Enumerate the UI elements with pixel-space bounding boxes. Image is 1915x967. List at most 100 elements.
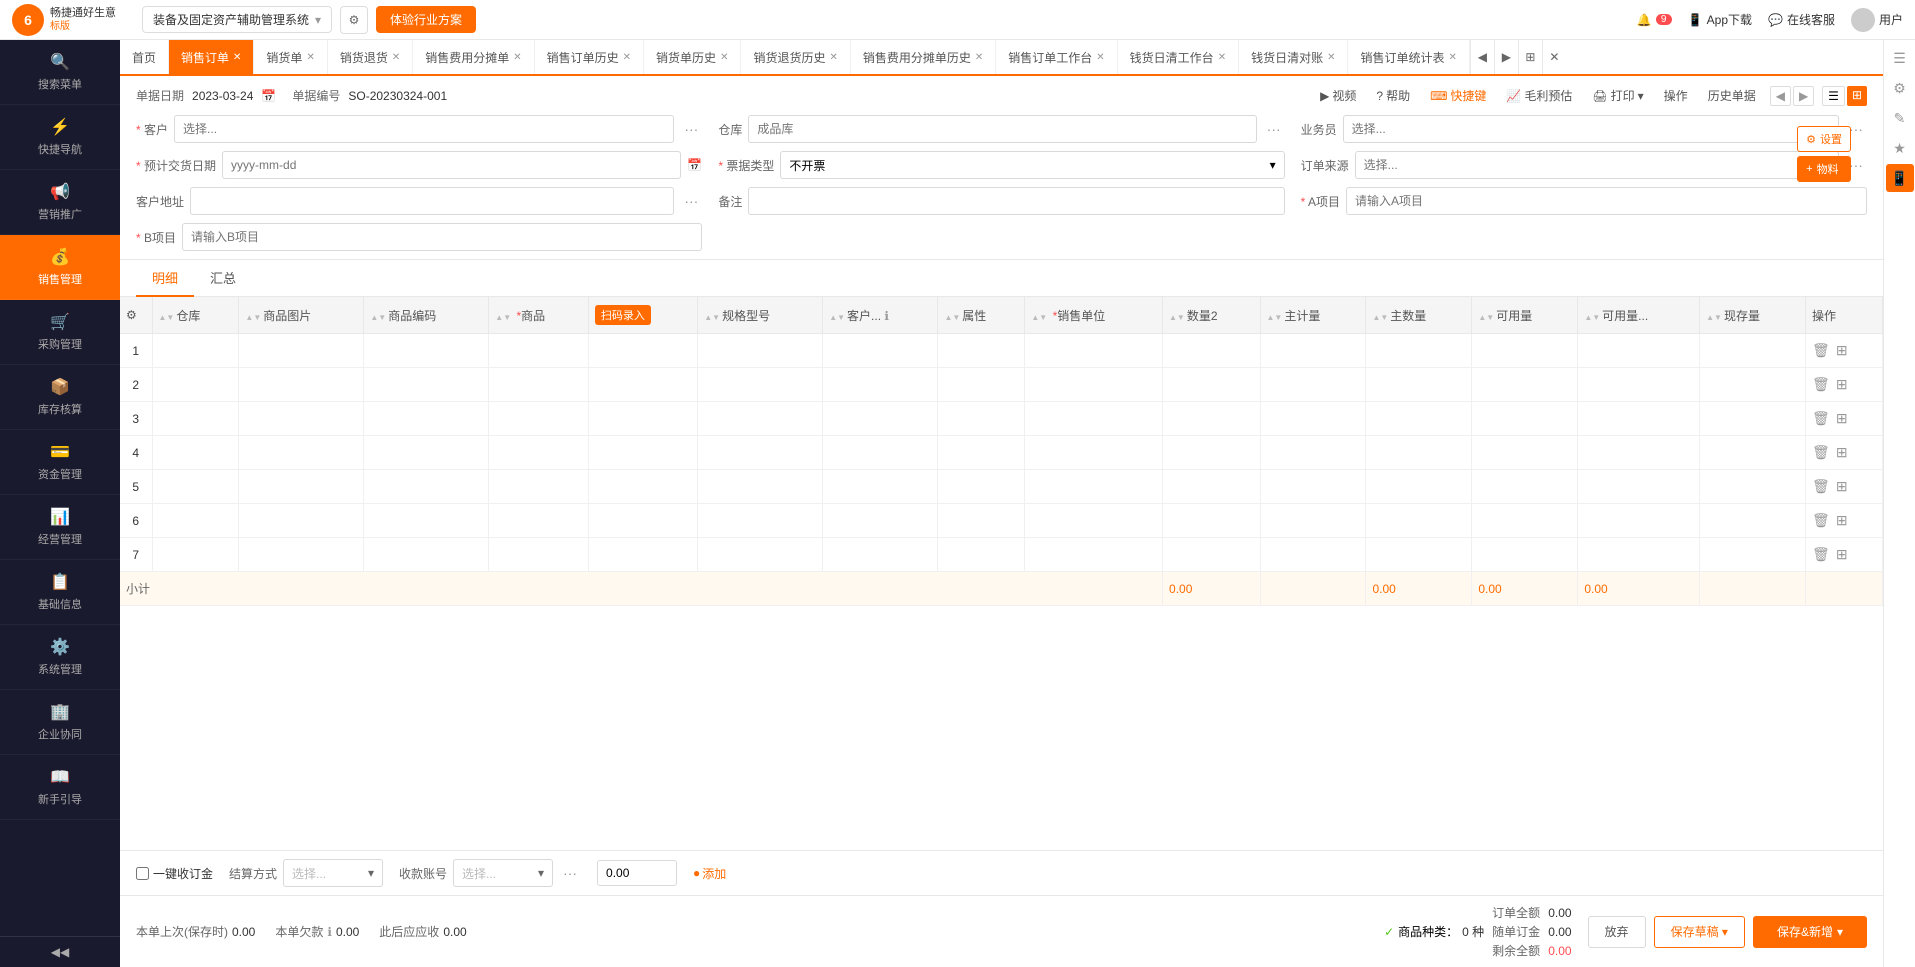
scan-button[interactable]: 扫码录入 (595, 305, 651, 325)
tab-summary[interactable]: 汇总 (194, 260, 252, 297)
sidebar-item-guide[interactable]: 📖 新手引导 (0, 755, 120, 820)
row-3-delete-btn[interactable]: 🗑 (1812, 410, 1830, 427)
amount-input[interactable] (597, 860, 677, 886)
operation-btn[interactable]: 操作 (1658, 84, 1694, 107)
row-1-copy-btn[interactable]: ⊞ (1836, 342, 1848, 359)
rs-btn-2[interactable]: ⚙ (1886, 74, 1914, 102)
tab-order-workbench[interactable]: 销售订单工作台 ✕ (996, 40, 1117, 75)
sidebar-item-purchase[interactable]: 🛒 采购管理 (0, 300, 120, 365)
quick-settle-checkbox[interactable] (136, 867, 149, 880)
tab-close-order-stats[interactable]: ✕ (1449, 52, 1457, 63)
row-2-copy-btn[interactable]: ⊞ (1836, 376, 1848, 393)
tab-sales-return2[interactable]: 销货退货 ✕ (328, 40, 413, 75)
rs-btn-4[interactable]: ★ (1886, 134, 1914, 162)
help-btn[interactable]: ? 帮助 (1370, 84, 1416, 107)
row-4-delete-btn[interactable]: 🗑 (1812, 444, 1830, 461)
tab-close-sales-return-history[interactable]: ✕ (720, 52, 728, 63)
tab-close-sales-return2[interactable]: ✕ (392, 52, 400, 63)
tab-sales-return[interactable]: 销货单 ✕ (254, 40, 327, 75)
sidebar-item-base-info[interactable]: 📋 基础信息 (0, 560, 120, 625)
tab-close-order-workbench[interactable]: ✕ (1096, 52, 1104, 63)
tab-close-sales-order[interactable]: ✕ (233, 52, 241, 63)
sidebar-item-search[interactable]: 🔍 搜索菜单 (0, 40, 120, 105)
print-btn[interactable]: 🖨 打印 ▾ (1586, 84, 1649, 107)
sidebar-item-system[interactable]: ⚙️ 系统管理 (0, 625, 120, 690)
settings-quick-btn[interactable]: ⚙ 设置 (1797, 126, 1851, 152)
row-1-delete-btn[interactable]: 🗑 (1812, 342, 1830, 359)
tab-close-daily-clear[interactable]: ✕ (1218, 52, 1226, 63)
date-calendar-icon[interactable]: 📅 (261, 89, 276, 103)
tab-close-daily-reconcile[interactable]: ✕ (1327, 52, 1335, 63)
sidebar-item-sales[interactable]: 💰 销售管理 (0, 235, 120, 300)
sidebar-item-operations[interactable]: 📊 经营管理 (0, 495, 120, 560)
next-record-btn[interactable]: ▶ (1793, 86, 1814, 106)
customer-addr-input[interactable] (190, 187, 674, 215)
project-a-input[interactable] (1346, 187, 1867, 215)
row-6-delete-btn[interactable]: 🗑 (1812, 512, 1830, 529)
discard-button[interactable]: 放弃 (1588, 916, 1646, 948)
rs-btn-1[interactable]: ☰ (1886, 44, 1914, 72)
row-4-copy-btn[interactable]: ⊞ (1836, 444, 1848, 461)
online-service-item[interactable]: 💬 在线客服 (1768, 11, 1835, 28)
row-6-copy-btn[interactable]: ⊞ (1836, 512, 1848, 529)
remark-input[interactable] (748, 187, 1284, 215)
customer-input[interactable] (174, 115, 674, 143)
tab-return-history[interactable]: 销货退货历史 ✕ (741, 40, 850, 75)
customer-addr-more-btn[interactable]: ··· (680, 191, 702, 211)
shortcut-btn[interactable]: ⌨ 快捷键 (1424, 84, 1492, 107)
warehouse-input[interactable] (748, 115, 1256, 143)
gear-button[interactable]: ⚙ (340, 6, 368, 34)
prev-record-btn[interactable]: ◀ (1770, 86, 1791, 106)
app-download-item[interactable]: 📱 App下载 (1688, 11, 1752, 28)
row-5-delete-btn[interactable]: 🗑 (1812, 478, 1830, 495)
sidebar-item-enterprise[interactable]: 🏢 企业协同 (0, 690, 120, 755)
tab-daily-reconcile[interactable]: 钱货日清对账 ✕ (1239, 40, 1348, 75)
delivery-date-input[interactable] (222, 151, 681, 179)
add-button[interactable]: ● 添加 (693, 865, 726, 882)
tab-close-return-history[interactable]: ✕ (829, 52, 837, 63)
settle-method-select[interactable]: 选择... ▾ (283, 859, 383, 887)
notification-item[interactable]: 🔔 9 (1637, 13, 1672, 27)
row-7-copy-btn[interactable]: ⊞ (1836, 546, 1848, 563)
tab-close-sales-history[interactable]: ✕ (623, 52, 631, 63)
user-area[interactable]: 用户 (1851, 8, 1903, 32)
sidebar-item-finance[interactable]: 💳 资金管理 (0, 430, 120, 495)
tab-sales-expense[interactable]: 销售费用分摊单 ✕ (413, 40, 534, 75)
row-3-copy-btn[interactable]: ⊞ (1836, 410, 1848, 427)
order-source-input[interactable] (1355, 151, 1839, 179)
tab-close-sales-expense[interactable]: ✕ (513, 52, 521, 63)
project-b-input[interactable] (182, 223, 702, 251)
tab-nav-close[interactable]: ✕ (1542, 40, 1566, 75)
delivery-calendar-icon[interactable]: 📅 (687, 158, 702, 172)
tab-close-sales-return[interactable]: ✕ (306, 52, 314, 63)
profit-btn[interactable]: 📈 毛利预估 (1500, 84, 1578, 107)
row-2-delete-btn[interactable]: 🗑 (1812, 376, 1830, 393)
view-video-btn[interactable]: ▶ 视频 (1314, 84, 1362, 107)
tab-sales-return-history[interactable]: 销货单历史 ✕ (644, 40, 741, 75)
tab-sales-history[interactable]: 销售订单历史 ✕ (535, 40, 644, 75)
tab-expense-history[interactable]: 销售费用分摊单历史 ✕ (851, 40, 996, 75)
sidebar-item-marketing[interactable]: 📢 营销推广 (0, 170, 120, 235)
tab-nav-next[interactable]: ▶ (1494, 40, 1518, 75)
row-7-delete-btn[interactable]: 🗑 (1812, 546, 1830, 563)
grid-view-btn[interactable]: ⊞ (1847, 86, 1867, 106)
tab-detail[interactable]: 明细 (136, 260, 194, 297)
add-item-quick-btn[interactable]: + 物料 (1797, 156, 1851, 182)
invoice-type-select[interactable]: 不开票 ▾ (780, 151, 1284, 179)
tab-order-stats[interactable]: 销售订单统计表 ✕ (1348, 40, 1469, 75)
column-settings-icon[interactable]: ⚙ (126, 308, 137, 322)
staff-input[interactable] (1343, 115, 1839, 143)
industry-button[interactable]: 体验行业方案 (376, 6, 476, 33)
tab-home[interactable]: 首页 (120, 40, 169, 75)
quick-settle-checkbox-label[interactable]: 一键收订金 (136, 865, 213, 882)
tab-nav-prev[interactable]: ◀ (1470, 40, 1494, 75)
save-draft-button[interactable]: 保存草稿 ▾ (1654, 916, 1745, 948)
sidebar-item-quick-nav[interactable]: ⚡ 快捷导航 (0, 105, 120, 170)
tab-nav-more[interactable]: ⊞ (1518, 40, 1542, 75)
tab-close-expense-history[interactable]: ✕ (975, 52, 983, 63)
history-btn[interactable]: 历史单据 (1702, 84, 1762, 107)
rs-btn-5[interactable]: 📱 (1886, 164, 1914, 192)
account-more-btn[interactable]: ··· (559, 863, 581, 883)
warehouse-more-btn[interactable]: ··· (1263, 119, 1285, 139)
save-new-button[interactable]: 保存&新增 ▾ (1753, 916, 1867, 948)
